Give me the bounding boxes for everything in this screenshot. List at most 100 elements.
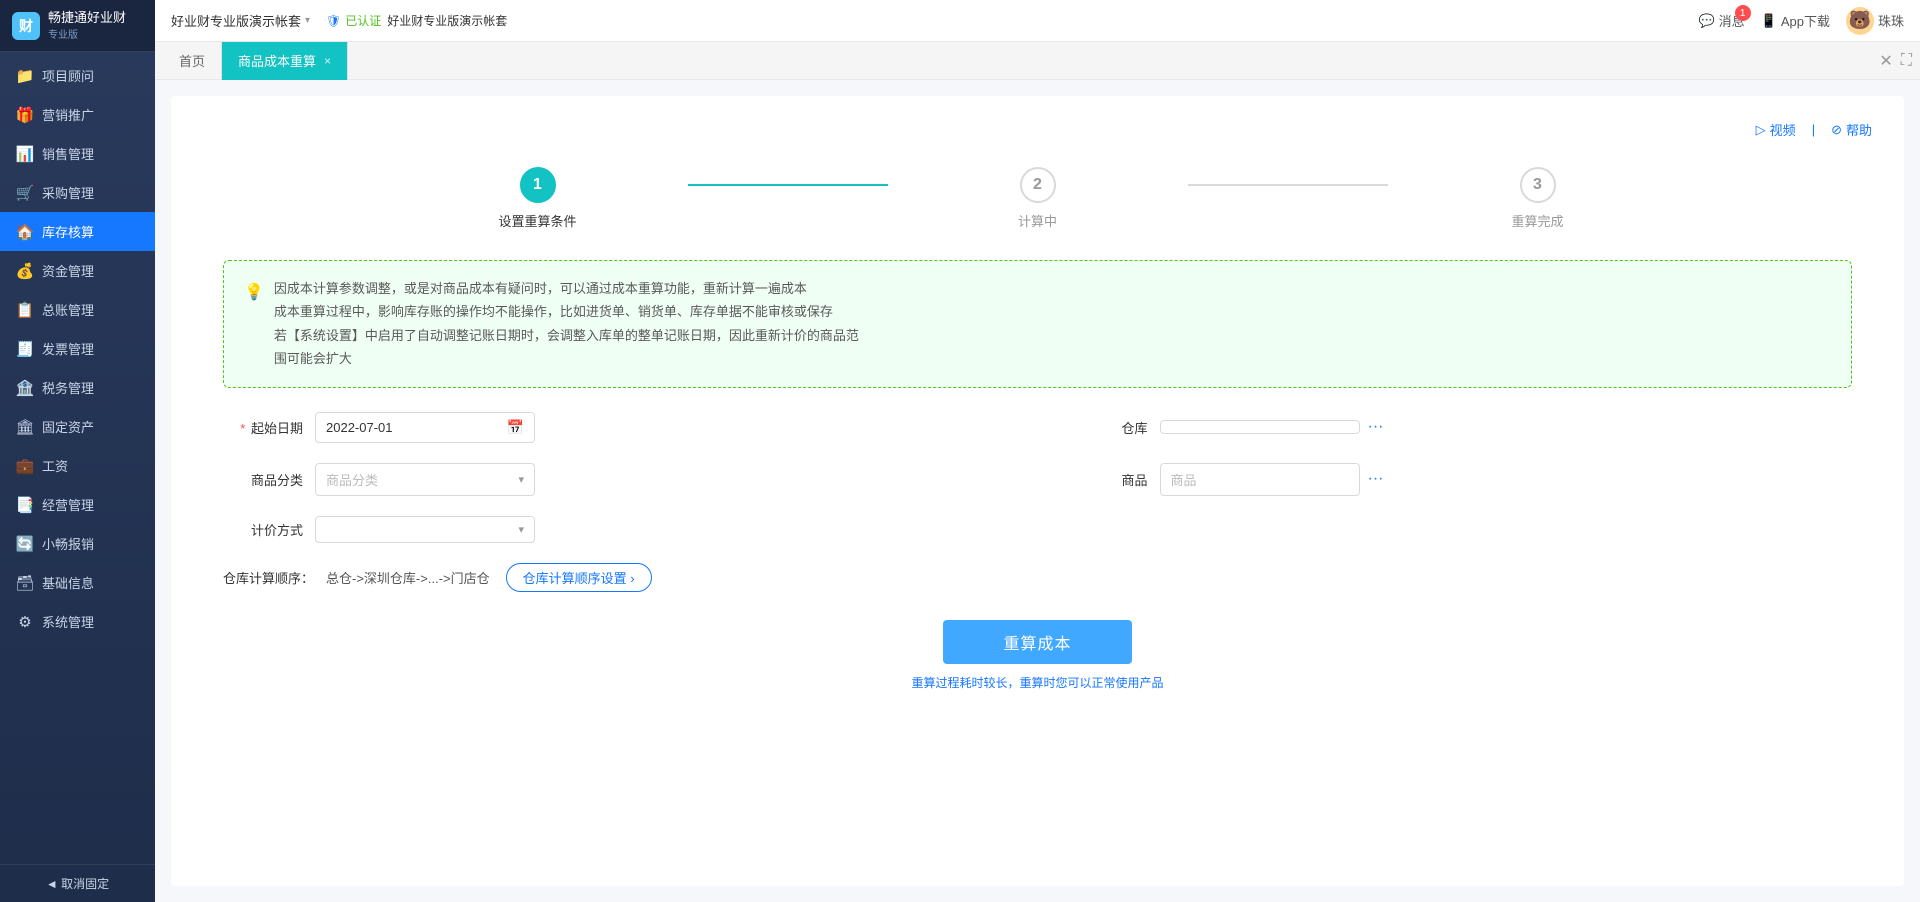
sidebar-item-sales[interactable]: 📊 销售管理 <box>0 134 155 173</box>
tab-bar: 首页 商品成本重算 × ✕ ⛶ <box>155 42 1920 80</box>
sidebar-item-salary[interactable]: 💼 工资 <box>0 446 155 485</box>
sidebar-nav: 📁 项目顾问 🎁 营销推广 📊 销售管理 🛒 采购管理 🏠 库存核算 💰 资金管… <box>0 52 155 864</box>
content-area: ▷ 视频 | ⊘ 帮助 1 设置重算条件 <box>155 80 1920 902</box>
sidebar-item-tax[interactable]: 🏦 税务管理 <box>0 368 155 407</box>
warehouse-order-row: 仓库计算顺序： 总仓->深圳仓库->...->门店仓 仓库计算顺序设置 › <box>203 563 1872 592</box>
video-link[interactable]: ▷ 视频 <box>1756 120 1796 139</box>
sidebar-item-label: 基础信息 <box>42 573 94 592</box>
step-2-label: 计算中 <box>1018 211 1057 230</box>
close-button[interactable]: ✕ <box>1879 51 1892 71</box>
sidebar-item-label: 系统管理 <box>42 612 94 631</box>
play-icon: ▷ <box>1756 122 1766 138</box>
basic-icon: 🗃 <box>16 574 34 592</box>
sidebar-item-expense[interactable]: 🔄 小畅报销 <box>0 524 155 563</box>
help-link[interactable]: ⊘ 帮助 <box>1831 120 1872 139</box>
form-area: * 起始日期 2022-07-01 📅 仓库 ··· <box>203 412 1872 543</box>
sidebar-item-invoice[interactable]: 🧾 发票管理 <box>0 329 155 368</box>
sidebar-logo: 财 畅捷通好业财 专业版 <box>0 0 155 52</box>
help-icon: ⊘ <box>1831 122 1842 138</box>
action-btn-wrap: 重算成本 重算过程耗时较长，重算时您可以正常使用产品 <box>203 620 1872 691</box>
step-3-circle: 3 <box>1520 167 1556 203</box>
account-selector[interactable]: 好业财专业版演示帐套 ▾ <box>171 11 310 30</box>
invoice-icon: 🧾 <box>16 340 34 358</box>
maximize-button[interactable]: ⛶ <box>1901 52 1912 70</box>
main-area: 好业财专业版演示帐套 ▾ 🛡 已认证 好业财专业版演示帐套 💬 消息 1 📱 A… <box>155 0 1920 902</box>
expense-icon: 🔄 <box>16 535 34 553</box>
sidebar-item-label: 税务管理 <box>42 378 94 397</box>
product-input[interactable]: 商品 <box>1160 463 1360 496</box>
category-label: 商品分类 <box>223 470 303 489</box>
user-name: 珠珠 <box>1878 11 1904 30</box>
sidebar-item-purchase[interactable]: 🛒 采购管理 <box>0 173 155 212</box>
operations-icon: 📑 <box>16 496 34 514</box>
form-row-2: 商品分类 商品分类 ▾ 商品 商品 ··· <box>223 463 1852 496</box>
accounting-icon: 📋 <box>16 301 34 319</box>
sidebar-item-basic[interactable]: 🗃 基础信息 <box>0 563 155 602</box>
sidebar-item-system[interactable]: ⚙ 系统管理 <box>0 602 155 641</box>
warehouse-order-label: 仓库计算顺序： <box>223 568 314 587</box>
app-download-button[interactable]: 📱 App下载 <box>1761 11 1830 30</box>
shield-icon: 🛡 <box>326 14 341 28</box>
sidebar-item-label: 固定资产 <box>42 417 94 436</box>
start-date-col: * 起始日期 2022-07-01 📅 <box>223 412 1008 443</box>
tab-close-button[interactable]: × <box>324 54 331 68</box>
info-box: 💡 因成本计算参数调整，或是对商品成本有疑问时，可以通过成本重算功能，重新计算一… <box>223 260 1852 388</box>
sidebar-item-project[interactable]: 📁 项目顾问 <box>0 56 155 95</box>
marketing-icon: 🎁 <box>16 106 34 124</box>
step-line-2 <box>1188 184 1388 186</box>
product-col: 商品 商品 ··· <box>1008 463 1853 496</box>
pricing-label: 计价方式 <box>223 520 303 539</box>
pricing-select[interactable]: ▾ <box>315 516 535 543</box>
recalc-hint: 重算过程耗时较长，重算时您可以正常使用产品 <box>911 674 1163 691</box>
message-badge: 1 <box>1735 5 1751 21</box>
tab-recalc[interactable]: 商品成本重算 × <box>222 42 348 80</box>
form-row-1: * 起始日期 2022-07-01 📅 仓库 ··· <box>223 412 1852 443</box>
category-select[interactable]: 商品分类 ▾ <box>315 463 535 496</box>
calendar-icon[interactable]: 📅 <box>507 419 524 436</box>
sales-icon: 📊 <box>16 145 34 163</box>
product-more-button[interactable]: ··· <box>1368 470 1384 488</box>
sidebar-item-accounting[interactable]: 📋 总账管理 <box>0 290 155 329</box>
message-button[interactable]: 💬 消息 1 <box>1698 11 1744 30</box>
sidebar-item-finance[interactable]: 💰 资金管理 <box>0 251 155 290</box>
warehouse-more-button[interactable]: ··· <box>1368 418 1384 436</box>
sidebar: 财 畅捷通好业财 专业版 📁 项目顾问 🎁 营销推广 📊 销售管理 🛒 采购管理… <box>0 0 155 902</box>
tax-icon: 🏦 <box>16 379 34 397</box>
step-line-1 <box>688 184 888 186</box>
sidebar-item-label: 发票管理 <box>42 339 94 358</box>
inventory-icon: 🏠 <box>16 223 34 241</box>
app-logo-icon: 财 <box>12 12 40 40</box>
sidebar-item-label: 库存核算 <box>42 222 94 241</box>
warehouse-input[interactable] <box>1160 420 1360 434</box>
step-3: 3 重算完成 <box>1388 167 1688 230</box>
form-row-3: 计价方式 ▾ <box>223 516 1852 543</box>
account-name: 好业财专业版演示帐套 <box>171 11 301 30</box>
sidebar-item-label: 营销推广 <box>42 105 94 124</box>
sidebar-item-assets[interactable]: 🏛 固定资产 <box>0 407 155 446</box>
assets-icon: 🏛 <box>16 418 34 436</box>
user-avatar-button[interactable]: 🐻 珠珠 <box>1846 7 1904 35</box>
finance-icon: 💰 <box>16 262 34 280</box>
sidebar-item-label: 工资 <box>42 456 68 475</box>
tab-home[interactable]: 首页 <box>163 42 222 80</box>
account-dropdown-arrow: ▾ <box>305 15 310 26</box>
step-3-label: 重算完成 <box>1511 211 1563 230</box>
sidebar-item-label: 项目顾问 <box>42 66 94 85</box>
sidebar-item-marketing[interactable]: 🎁 营销推广 <box>0 95 155 134</box>
sidebar-item-label: 资金管理 <box>42 261 94 280</box>
product-label: 商品 <box>1068 470 1148 489</box>
sidebar-unpin-button[interactable]: ◄ 取消固定 <box>0 864 155 902</box>
step-1: 1 设置重算条件 <box>388 167 688 230</box>
recalc-button[interactable]: 重算成本 <box>943 620 1131 664</box>
warehouse-order-settings-button[interactable]: 仓库计算顺序设置 › <box>506 563 652 592</box>
phone-icon: 📱 <box>1761 13 1777 29</box>
verified-label: 已认证 <box>345 12 381 29</box>
step-1-circle: 1 <box>520 167 556 203</box>
content-inner: ▷ 视频 | ⊘ 帮助 1 设置重算条件 <box>171 96 1904 886</box>
verified-account-name: 好业财专业版演示帐套 <box>387 12 507 29</box>
start-date-label: * 起始日期 <box>223 418 303 437</box>
sidebar-item-inventory[interactable]: 🏠 库存核算 <box>0 212 155 251</box>
sidebar-item-operations[interactable]: 📑 经营管理 <box>0 485 155 524</box>
sidebar-item-label: 小畅报销 <box>42 534 94 553</box>
start-date-input[interactable]: 2022-07-01 📅 <box>315 412 535 443</box>
